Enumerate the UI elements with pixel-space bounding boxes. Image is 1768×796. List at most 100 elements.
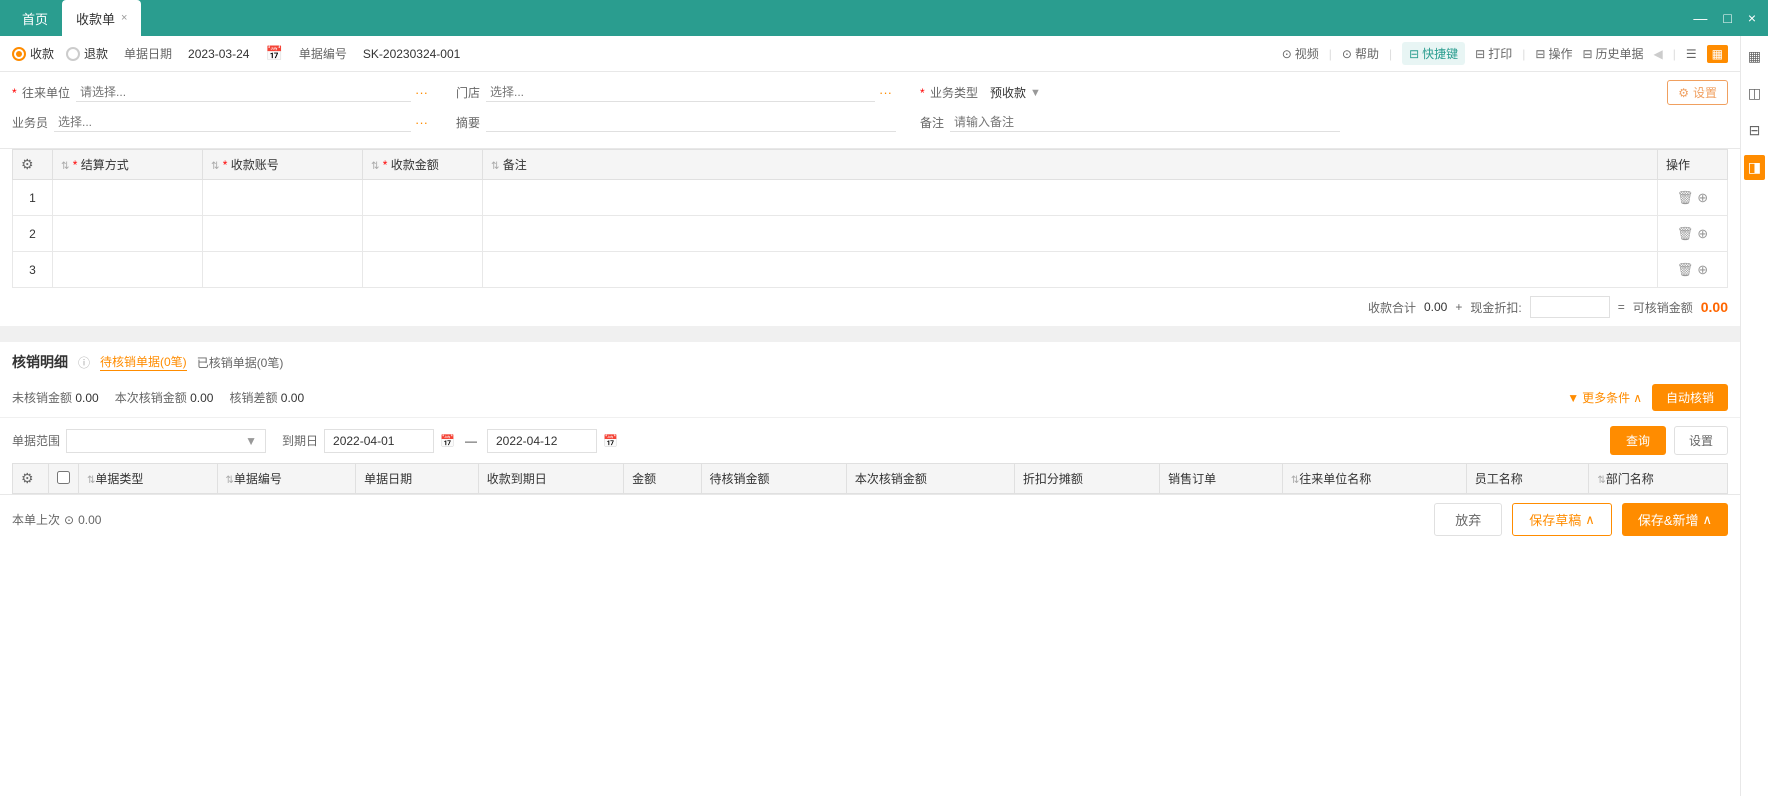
video-btn[interactable]: ⊙ 视频 <box>1282 45 1319 62</box>
tab-close-icon[interactable]: × <box>121 12 127 24</box>
bottom-table-gear-icon[interactable]: ⚙ <box>21 470 34 486</box>
date-to-input[interactable] <box>487 429 597 453</box>
biz-type-dropdown-btn[interactable]: ▼ <box>1026 87 1045 99</box>
discard-btn[interactable]: 放弃 <box>1434 503 1502 536</box>
row-account-3[interactable] <box>203 252 363 288</box>
row-copy-btn-3[interactable]: ⊕ <box>1697 262 1708 278</box>
radio-receipt-label[interactable]: 收款 <box>12 45 54 62</box>
bth-number: ⇅单据编号 <box>217 464 356 494</box>
unverified-value: 0.00 <box>75 391 98 405</box>
row-account-2[interactable] <box>203 216 363 252</box>
bottom-info: 本单上次 ⊙ 0.00 <box>12 511 101 528</box>
sidebar-icon-4[interactable]: ◨ <box>1744 155 1765 180</box>
radio-receipt-dot[interactable] <box>12 47 26 61</box>
radio-refund-label[interactable]: 退款 <box>66 45 108 62</box>
store-input[interactable] <box>486 83 875 102</box>
row-delete-btn-2[interactable]: 🗑 <box>1677 226 1694 242</box>
row-settle-3[interactable] <box>53 252 203 288</box>
radio-refund-dot[interactable] <box>66 47 80 61</box>
tab-bar: 首页 收款单 × — □ × <box>0 0 1768 36</box>
bth-amount: 金额 <box>624 464 701 494</box>
row-settle-2[interactable] <box>53 216 203 252</box>
radio-receipt-text: 收款 <box>30 45 54 62</box>
counterpart-ellipsis-btn[interactable]: ··· <box>411 85 432 100</box>
row-amount-3[interactable] <box>363 252 483 288</box>
draft-chevron-icon[interactable]: ∧ <box>1585 512 1595 528</box>
salesperson-input[interactable] <box>54 113 411 132</box>
th-gear[interactable]: ⚙ <box>13 150 53 180</box>
bth-type: ⇅单据类型 <box>79 464 218 494</box>
save-new-btn[interactable]: 保存&新增 ∧ <box>1622 503 1728 536</box>
info-icon[interactable]: ⓘ <box>78 354 90 371</box>
more-filters-btn[interactable]: ▼ 更多条件 ∧ <box>1567 389 1642 406</box>
table-section: ⚙ ⇅ * 结算方式 ⇅ * 收款账号 ⇅ * 收款 <box>0 149 1740 288</box>
row-note-2[interactable] <box>483 216 1658 252</box>
row-amount-2[interactable] <box>363 216 483 252</box>
row-op-1: 🗑 ⊕ <box>1658 180 1728 216</box>
available-label: 可核销金额 <box>1633 299 1693 316</box>
right-sidebar: ▦ ◫ ⊟ ◨ <box>1740 36 1768 796</box>
table-gear-icon[interactable]: ⚙ <box>21 156 34 172</box>
maximize-btn[interactable]: □ <box>1719 10 1735 26</box>
row-account-1[interactable] <box>203 180 363 216</box>
sidebar-icon-2[interactable]: ◫ <box>1744 81 1765 106</box>
salesperson-ellipsis-btn[interactable]: ··· <box>411 115 432 130</box>
discount-input[interactable] <box>1530 296 1610 318</box>
counterpart-input[interactable] <box>76 83 411 102</box>
done-tab[interactable]: 已核销单据(0笔) <box>197 354 284 371</box>
draft-btn[interactable]: 保存草稿 ∧ <box>1512 503 1612 536</box>
filter-setting-btn[interactable]: 设置 <box>1674 426 1728 455</box>
current-stat: 本次核销金额 0.00 <box>115 389 214 406</box>
bth-current: 本次核销金额 <box>846 464 1014 494</box>
help-btn[interactable]: ⊙ 帮助 <box>1342 45 1379 62</box>
close-btn[interactable]: × <box>1744 10 1760 26</box>
row-amount-1[interactable] <box>363 180 483 216</box>
bottom-bar: 本单上次 ⊙ 0.00 放弃 保存草稿 ∧ 保存&新增 ∧ <box>0 494 1740 544</box>
pending-tab[interactable]: 待核销单据(0笔) <box>100 353 187 371</box>
minimize-btn[interactable]: — <box>1689 10 1711 26</box>
range-select[interactable]: ▼ <box>66 429 266 453</box>
tab-home[interactable]: 首页 <box>8 0 62 36</box>
cal-icon-from[interactable]: 📅 <box>440 434 455 448</box>
sidebar-icon-1[interactable]: ▦ <box>1744 44 1765 69</box>
save-chevron-icon[interactable]: ∧ <box>1702 512 1712 528</box>
summary-input[interactable] <box>486 113 896 132</box>
summary-field: 摘要 <box>456 113 896 132</box>
row-delete-btn-3[interactable]: 🗑 <box>1677 262 1694 278</box>
store-ellipsis-btn[interactable]: ··· <box>875 85 896 100</box>
receipt-table: ⚙ ⇅ * 结算方式 ⇅ * 收款账号 ⇅ * 收款 <box>12 149 1728 288</box>
tab-receipt[interactable]: 收款单 × <box>62 0 141 36</box>
sidebar-icon-3[interactable]: ⊟ <box>1745 118 1765 143</box>
table-row: 3 🗑 ⊕ <box>13 252 1728 288</box>
shortcut-btn[interactable]: ⊟ 快捷键 <box>1402 42 1465 65</box>
store-label: 门店 <box>456 84 486 101</box>
auto-writeoff-btn[interactable]: 自动核销 <box>1652 384 1728 411</box>
bth-gear[interactable]: ⚙ <box>13 464 49 494</box>
setting-button[interactable]: ⚙ 设置 <box>1667 80 1728 105</box>
operate-btn[interactable]: ⊟ 操作 <box>1535 45 1572 62</box>
print-btn[interactable]: ⊟ 打印 <box>1475 45 1512 62</box>
date-from-input[interactable] <box>324 429 434 453</box>
row-num-1: 1 <box>13 180 53 216</box>
form-row-2: 业务员 ··· 摘要 备注 <box>12 113 1728 132</box>
bth-checkbox[interactable] <box>49 464 79 494</box>
row-settle-1[interactable] <box>53 180 203 216</box>
toolbar-right: ⊙ 视频 | ⊙ 帮助 | ⊟ 快捷键 ⊟ 打印 | ⊟ 操作 <box>1282 42 1728 65</box>
select-all-checkbox[interactable] <box>57 471 70 484</box>
list-view-btn[interactable]: ☰ <box>1686 47 1697 61</box>
row-copy-btn-2[interactable]: ⊕ <box>1697 226 1708 242</box>
row-copy-btn-1[interactable]: ⊕ <box>1697 190 1708 206</box>
table-header-row: ⚙ ⇅ * 结算方式 ⇅ * 收款账号 ⇅ * 收款 <box>13 150 1728 180</box>
salesperson-label: 业务员 <box>12 114 54 131</box>
row-note-3[interactable] <box>483 252 1658 288</box>
cal-icon-to[interactable]: 📅 <box>603 434 618 448</box>
query-btn[interactable]: 查询 <box>1610 426 1666 455</box>
row-delete-btn-1[interactable]: 🗑 <box>1677 190 1694 206</box>
card-view-btn[interactable]: ▦ <box>1707 45 1728 63</box>
left-arrow[interactable]: ◀ <box>1654 47 1663 61</box>
remark-input[interactable] <box>950 113 1340 132</box>
row-note-1[interactable] <box>483 180 1658 216</box>
summary-row: 收款合计 0.00 + 现金折扣: = 可核销金额 0.00 <box>0 288 1740 334</box>
history-btn[interactable]: ⊟ 历史单据 <box>1582 45 1643 62</box>
calendar-icon[interactable]: 📅 <box>265 45 282 62</box>
